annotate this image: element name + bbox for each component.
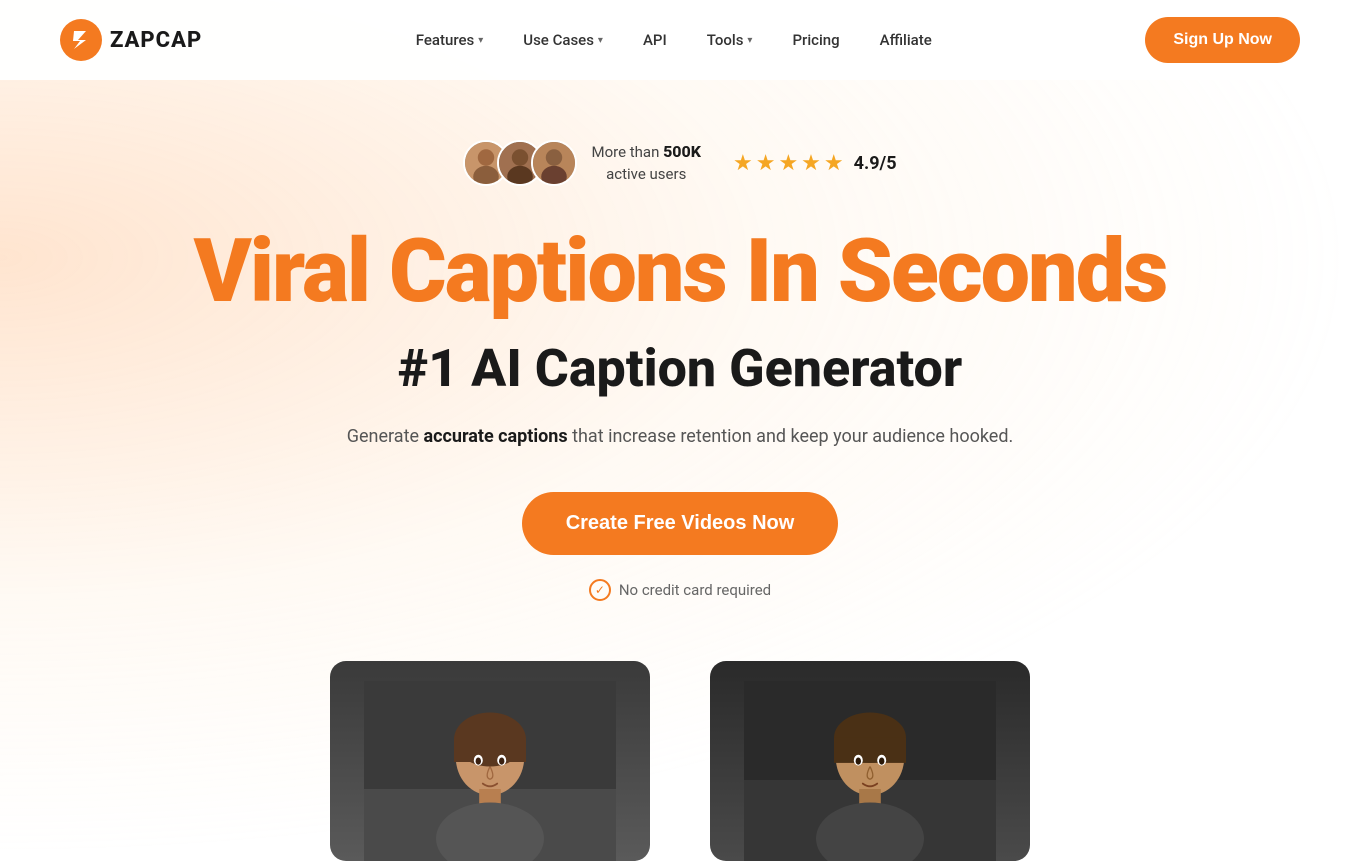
star-2: ★ <box>756 151 776 176</box>
nav-links: Features ▾ Use Cases ▾ API Tools ▾ Prici… <box>400 23 948 57</box>
nav-label-use-cases: Use Cases <box>523 31 594 49</box>
nav-item-pricing[interactable]: Pricing <box>776 23 855 57</box>
nav-label-features: Features <box>416 31 474 49</box>
hero-section: More than 500K active users ★ ★ ★ ★ ★ 4.… <box>0 80 1360 641</box>
video-card-1 <box>330 661 650 861</box>
nav-item-tools[interactable]: Tools ▾ <box>691 23 769 57</box>
rating-value: 4.9/5 <box>854 153 897 174</box>
nav-item-api[interactable]: API <box>627 23 683 57</box>
video-card-2 <box>710 661 1030 861</box>
user-count-prefix: More than <box>591 143 663 161</box>
user-count-suffix: active users <box>606 165 686 183</box>
nav-label-affiliate: Affiliate <box>880 31 932 49</box>
chevron-down-icon: ▾ <box>747 35 752 46</box>
nav-label-tools: Tools <box>707 31 744 49</box>
hero-description: Generate accurate captions that increase… <box>20 423 1340 452</box>
nav-item-use-cases[interactable]: Use Cases ▾ <box>507 23 619 57</box>
social-proof: More than 500K active users ★ ★ ★ ★ ★ 4.… <box>20 140 1340 186</box>
hero-subtitle: #1 AI Caption Generator <box>20 338 1340 399</box>
signup-button[interactable]: Sign Up Now <box>1145 17 1300 63</box>
nav-item-affiliate[interactable]: Affiliate <box>864 23 948 57</box>
cta-button[interactable]: Create Free Videos Now <box>522 492 839 555</box>
star-1: ★ <box>733 151 753 176</box>
videos-section <box>0 641 1360 861</box>
video-person-1 <box>330 661 650 861</box>
description-bold: accurate captions <box>423 426 567 447</box>
avatars-group <box>463 140 577 186</box>
chevron-down-icon: ▾ <box>598 35 603 46</box>
no-credit-card-notice: ✓ No credit card required <box>20 579 1340 601</box>
no-credit-card-text: No credit card required <box>619 581 771 599</box>
nav-item-features[interactable]: Features ▾ <box>400 23 500 57</box>
person-silhouette-1 <box>362 681 618 861</box>
star-5: ★ <box>824 151 844 176</box>
nav-label-api: API <box>643 31 667 49</box>
logo-text: ZAPCAP <box>110 28 202 53</box>
hero-title: Viral Captions In Seconds <box>20 226 1340 318</box>
logo-icon <box>60 19 102 61</box>
check-circle-icon: ✓ <box>589 579 611 601</box>
star-4: ★ <box>801 151 821 176</box>
description-suffix: that increase retention and keep your au… <box>568 426 1014 447</box>
star-3: ★ <box>778 151 798 176</box>
avatar <box>531 140 577 186</box>
user-count-text: More than 500K active users <box>591 141 701 184</box>
logo-link[interactable]: ZAPCAP <box>60 19 202 61</box>
navbar: ZAPCAP Features ▾ Use Cases ▾ API Tools … <box>0 0 1360 80</box>
stars: ★ ★ ★ ★ ★ <box>733 151 844 176</box>
person-silhouette-2 <box>742 681 998 861</box>
video-person-2 <box>710 661 1030 861</box>
chevron-down-icon: ▾ <box>478 35 483 46</box>
user-count-bold: 500K <box>663 142 701 161</box>
description-prefix: Generate <box>347 426 424 447</box>
nav-label-pricing: Pricing <box>792 31 839 49</box>
rating-block: ★ ★ ★ ★ ★ 4.9/5 <box>733 151 897 176</box>
